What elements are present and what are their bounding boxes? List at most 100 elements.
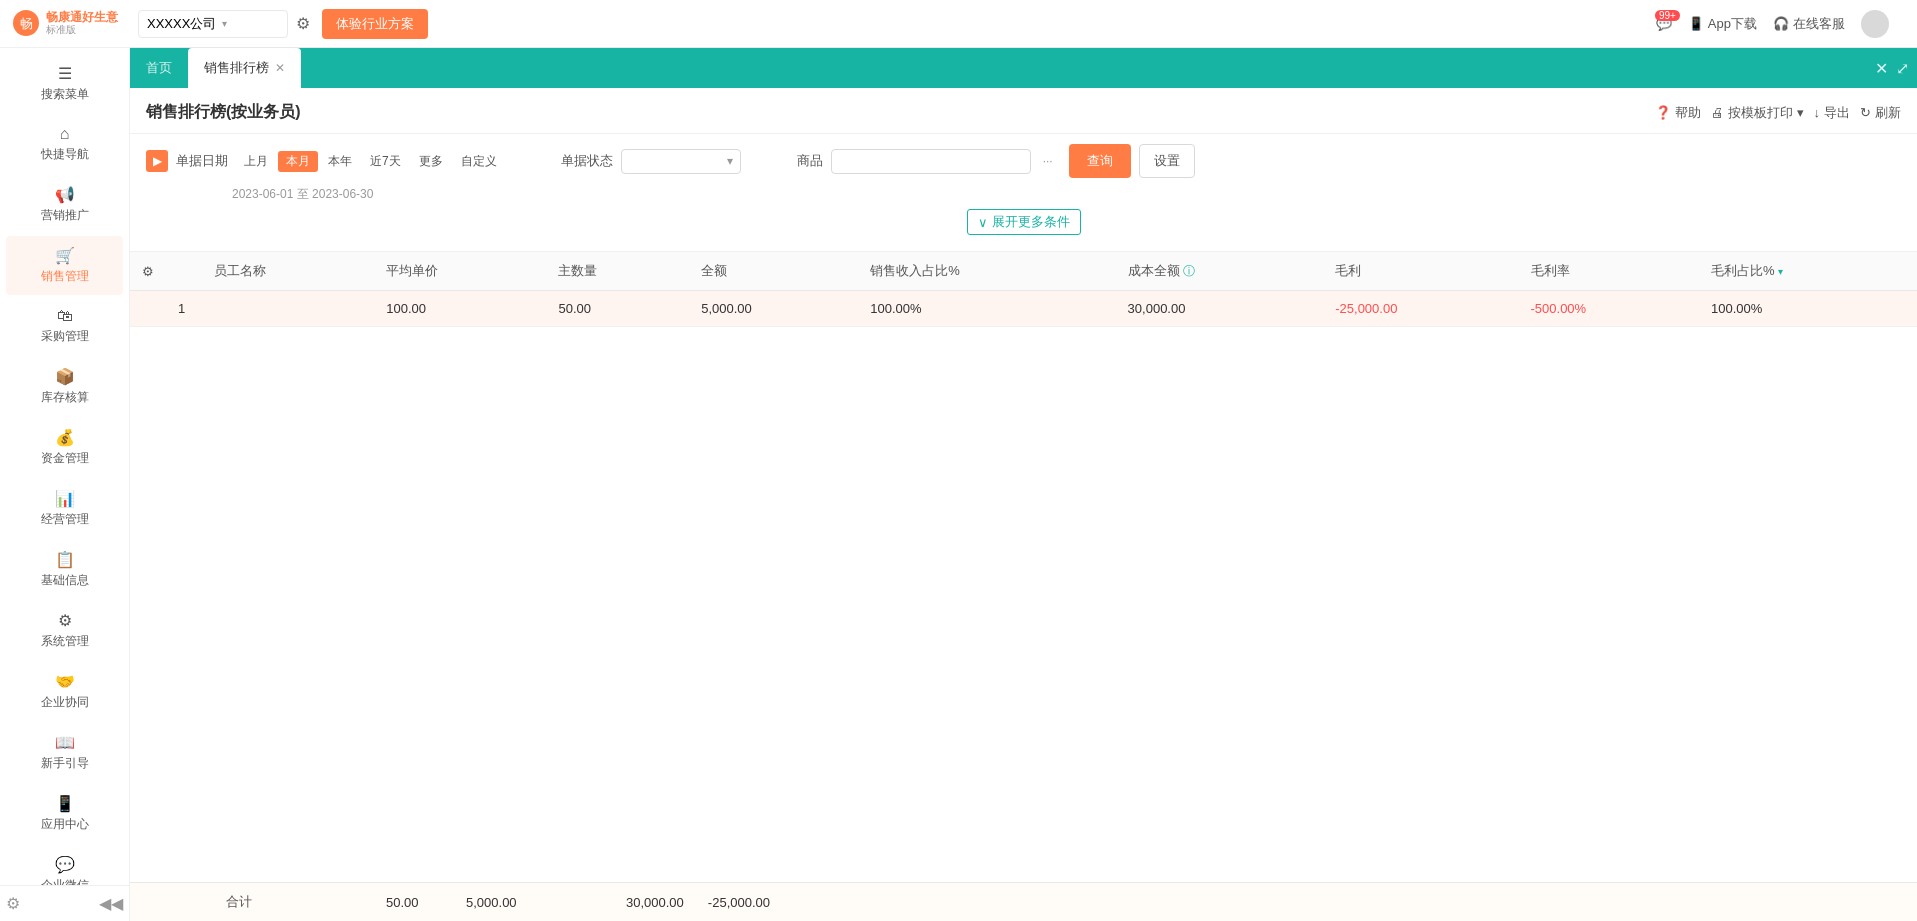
sales-ranking-tab-label: 销售排行榜 <box>204 59 269 77</box>
filter-expand-arrow[interactable]: ▶ <box>146 150 168 172</box>
export-button[interactable]: ↓ 导出 <box>1814 104 1851 122</box>
tab-sales-ranking[interactable]: 销售排行榜 ✕ <box>188 48 301 88</box>
company-name: XXXXX公司 <box>147 15 216 33</box>
print-button[interactable]: 🖨 按模板打印 ▾ <box>1711 104 1804 122</box>
query-button[interactable]: 查询 <box>1069 144 1131 178</box>
cell-amount-0: 5,000.00 <box>689 291 858 327</box>
collapse-icon[interactable]: ◀◀ <box>99 894 123 913</box>
table-footer: 合计 50.00 5,000.00 30,000.00 -25,000.00 <box>130 882 1917 921</box>
message-button[interactable]: 💬 99+ <box>1656 16 1672 31</box>
system-icon: ⚙ <box>58 611 72 630</box>
sidebar-label-purchase: 采购管理 <box>41 328 89 345</box>
avatar[interactable] <box>1861 10 1889 38</box>
sidebar-item-basics[interactable]: 📋 基础信息 <box>6 540 123 599</box>
date-tabs: 上月 本月 本年 近7天 更多 自定义 <box>236 151 505 172</box>
page-content: 销售排行榜(按业务员) ❓ 帮助 🖨 按模板打印 ▾ ↓ <box>130 88 1917 921</box>
expand-more-button[interactable]: ∨ 展开更多条件 <box>967 209 1081 235</box>
date-tab-custom[interactable]: 自定义 <box>453 151 505 172</box>
top-bar: 畅 畅康通好生意 标准版 XXXXX公司 ▾ ⚙ 体验行业方案 💬 99+ 📱 … <box>0 0 1917 48</box>
cell-gross-pct-0: 100.00% <box>1699 291 1917 327</box>
sidebar-label-operations: 经营管理 <box>41 511 89 528</box>
date-tab-this-month[interactable]: 本月 <box>278 151 318 172</box>
quick-nav-icon: ⌂ <box>60 125 70 143</box>
message-badge: 99+ <box>1655 10 1680 21</box>
date-tab-last-month[interactable]: 上月 <box>236 151 276 172</box>
sidebar-nav: ☰ 搜索菜单 ⌂ 快捷导航 📢 营销推广 🛒 销售管理 🛍 采购管理 📦 库存核… <box>0 48 129 885</box>
sidebar-item-system[interactable]: ⚙ 系统管理 <box>6 601 123 660</box>
guide-icon: 📖 <box>55 733 75 752</box>
refresh-button[interactable]: ↻ 刷新 <box>1860 104 1901 122</box>
sidebar-item-search[interactable]: ☰ 搜索菜单 <box>6 54 123 113</box>
purchase-icon: 🛍 <box>57 307 73 325</box>
trial-button[interactable]: 体验行业方案 <box>322 9 428 39</box>
sidebar-item-wechat[interactable]: 💬 企业微信 <box>6 845 123 885</box>
filter-columns: 单据日期 上月 本月 本年 近7天 更多 自定义 <box>176 144 1195 203</box>
marketing-icon: 📢 <box>55 185 75 204</box>
svg-text:畅: 畅 <box>20 16 33 31</box>
search-icon: ☰ <box>58 64 72 83</box>
top-right-actions: 💬 99+ 📱 App下载 🎧 在线客服 <box>1656 10 1905 38</box>
print-icon: 🖨 <box>1711 105 1724 120</box>
refresh-icon: ↻ <box>1860 105 1871 120</box>
finance-icon: 💰 <box>55 428 75 447</box>
tab-close-all-icon[interactable]: ✕ <box>1875 59 1888 78</box>
settings-button[interactable]: 设置 <box>1139 144 1195 178</box>
online-service-button[interactable]: 🎧 在线客服 <box>1773 15 1845 33</box>
headset-icon: 🎧 <box>1773 16 1789 31</box>
sidebar: ☰ 搜索菜单 ⌂ 快捷导航 📢 营销推广 🛒 销售管理 🛍 采购管理 📦 库存核… <box>0 48 130 921</box>
cell-rank-0: 1 <box>166 291 202 327</box>
company-selector[interactable]: XXXXX公司 ▾ <box>138 10 288 38</box>
date-range-text: 2023-06-01 至 2023-06-30 <box>232 187 373 201</box>
app-download-button[interactable]: 📱 App下载 <box>1688 15 1757 33</box>
sidebar-label-guide: 新手引导 <box>41 755 89 772</box>
data-table: ⚙ 员工名称 平均单价 主数量 全额 销售收入占比% 成本全额 ⓘ 毛利 毛 <box>130 252 1917 327</box>
tab-restore-icon[interactable]: ⤢ <box>1896 59 1909 78</box>
tab-bar: 首页 销售排行榜 ✕ ✕ ⤢ <box>130 48 1917 88</box>
cell-avg-price-0: 100.00 <box>374 291 546 327</box>
th-gross-pct: 毛利占比% ▾ <box>1699 252 1917 291</box>
sidebar-item-finance[interactable]: 💰 资金管理 <box>6 418 123 477</box>
home-tab-label: 首页 <box>146 59 172 77</box>
sidebar-item-operations[interactable]: 📊 经营管理 <box>6 479 123 538</box>
sidebar-bottom: ⚙ ◀◀ <box>0 885 129 921</box>
cell-sales-pct-0: 100.00% <box>858 291 1115 327</box>
app-download-icon: 📱 <box>1688 16 1704 31</box>
settings-bottom-icon[interactable]: ⚙ <box>6 894 20 913</box>
help-button[interactable]: ❓ 帮助 <box>1655 104 1701 122</box>
goods-more-icon[interactable]: ··· <box>1043 154 1053 168</box>
sidebar-item-quick-nav[interactable]: ⌂ 快捷导航 <box>6 115 123 173</box>
tab-home[interactable]: 首页 <box>130 48 188 88</box>
date-tab-this-year[interactable]: 本年 <box>320 151 360 172</box>
sidebar-item-guide[interactable]: 📖 新手引导 <box>6 723 123 782</box>
page-header: 销售排行榜(按业务员) ❓ 帮助 🖨 按模板打印 ▾ ↓ <box>130 88 1917 134</box>
goods-input[interactable] <box>831 149 1031 174</box>
footer-cost: 30,000.00 <box>614 895 696 910</box>
footer-quantity: 50.00 <box>374 895 454 910</box>
footer-amount: 5,000.00 <box>454 895 534 910</box>
th-quantity: 主数量 <box>546 252 689 291</box>
appstore-icon: 📱 <box>55 794 75 813</box>
sidebar-label-inventory: 库存核算 <box>41 389 89 406</box>
sidebar-item-marketing[interactable]: 📢 营销推广 <box>6 175 123 234</box>
sidebar-item-appstore[interactable]: 📱 应用中心 <box>6 784 123 843</box>
sidebar-item-purchase[interactable]: 🛍 采购管理 <box>6 297 123 355</box>
sidebar-label-quick-nav: 快捷导航 <box>41 146 89 163</box>
expand-more-row: ∨ 展开更多条件 <box>146 203 1901 241</box>
th-rank <box>166 252 202 291</box>
tab-close-icon[interactable]: ✕ <box>275 61 285 75</box>
date-tab-7days[interactable]: 近7天 <box>362 151 409 172</box>
chevron-down-icon: ∨ <box>978 215 988 230</box>
cell-quantity-0: 50.00 <box>546 291 689 327</box>
sidebar-item-sales[interactable]: 🛒 销售管理 <box>6 236 123 295</box>
column-settings-icon[interactable]: ⚙ <box>142 264 154 279</box>
goods-label: 商品 <box>797 152 823 170</box>
status-select-wrap[interactable] <box>621 149 741 174</box>
sidebar-item-enterprise[interactable]: 🤝 企业协同 <box>6 662 123 721</box>
th-sales-pct: 销售收入占比% <box>858 252 1115 291</box>
th-settings[interactable]: ⚙ <box>130 252 166 291</box>
settings-icon[interactable]: ⚙ <box>296 14 310 33</box>
status-select[interactable] <box>621 149 741 174</box>
date-tab-more[interactable]: 更多 <box>411 151 451 172</box>
sidebar-item-inventory[interactable]: 📦 库存核算 <box>6 357 123 416</box>
logo-icon: 畅 <box>12 9 40 37</box>
